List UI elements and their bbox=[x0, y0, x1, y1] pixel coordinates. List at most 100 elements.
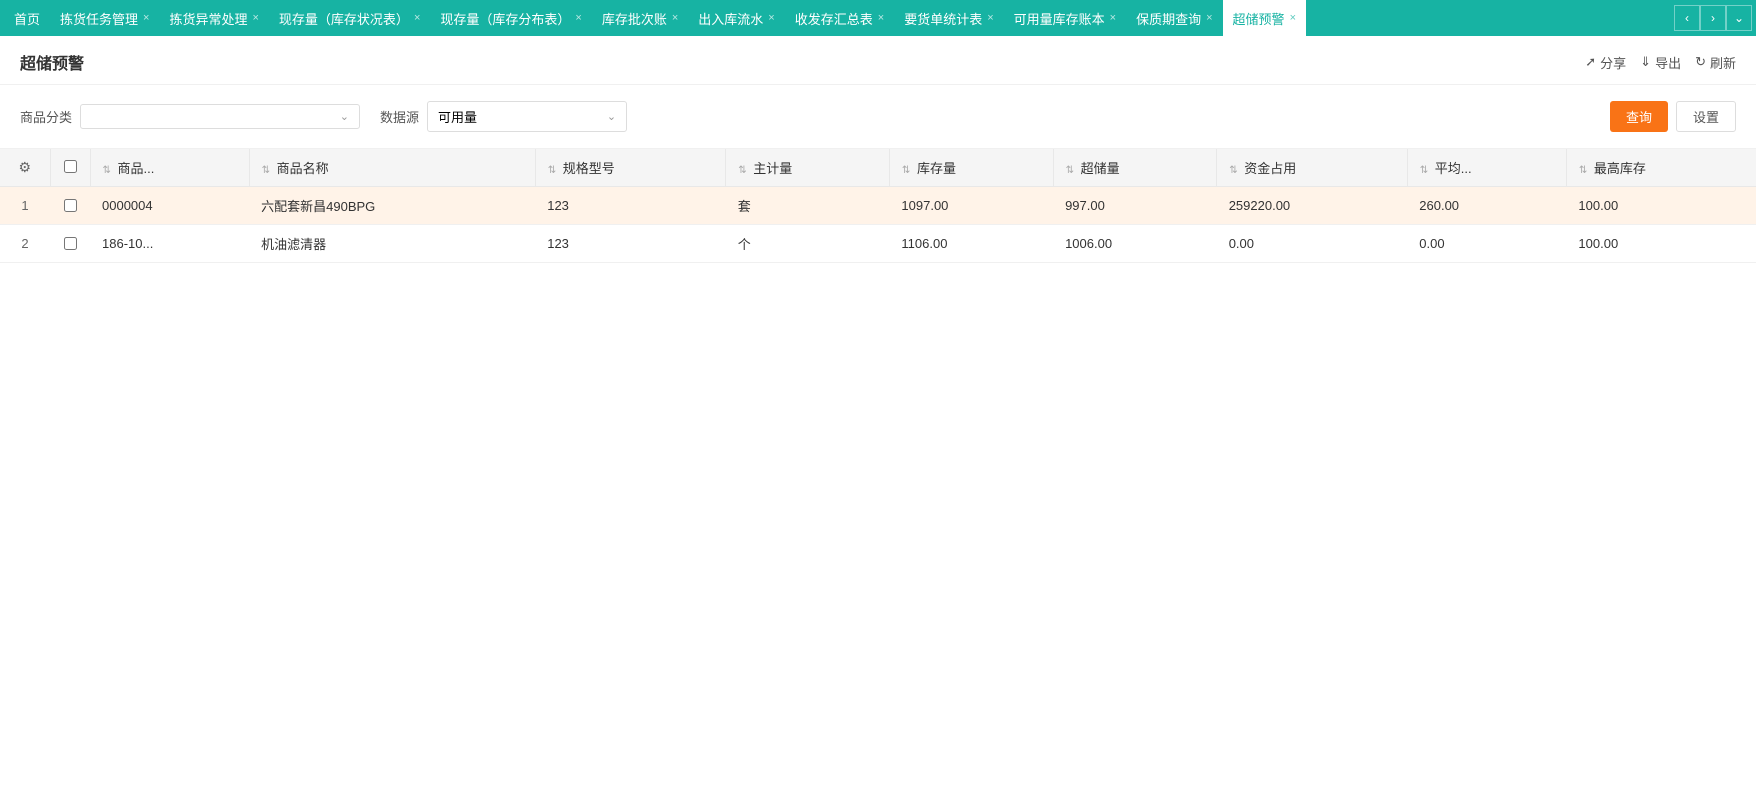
th-maxstock[interactable]: ⇅ 最高库存 bbox=[1566, 149, 1756, 187]
sort-icon: ⇅ bbox=[738, 165, 746, 176]
close-icon[interactable]: × bbox=[1206, 12, 1212, 24]
cell-capital: 0.00 bbox=[1217, 225, 1408, 263]
cell-checkbox bbox=[50, 187, 90, 225]
nav-home[interactable]: 首页 bbox=[4, 0, 50, 36]
chevron-down-icon: ⌄ bbox=[340, 110, 349, 123]
th-unit[interactable]: ⇅ 主计量 bbox=[726, 149, 890, 187]
datasource-select[interactable]: 可用量 ⌄ bbox=[427, 101, 627, 132]
th-spec[interactable]: ⇅ 规格型号 bbox=[535, 149, 726, 187]
sort-icon: ⇅ bbox=[902, 165, 910, 176]
datasource-filter-group: 数据源 可用量 ⌄ bbox=[380, 101, 627, 132]
th-code[interactable]: ⇅ 商品... bbox=[90, 149, 249, 187]
table-body: 1 0000004 六配套新昌490BPG 123 套 1097.00 997.… bbox=[0, 187, 1756, 263]
nav-overstock-warning[interactable]: 超储预警 × bbox=[1223, 0, 1306, 36]
sort-icon: ⇅ bbox=[103, 165, 111, 176]
sort-icon: ⇅ bbox=[1420, 165, 1428, 176]
share-icon: ➚ bbox=[1585, 54, 1596, 70]
query-button[interactable]: 查询 bbox=[1610, 101, 1668, 132]
close-icon[interactable]: × bbox=[414, 12, 420, 24]
nav-inout-flow[interactable]: 出入库流水 × bbox=[688, 0, 784, 36]
cell-avg: 0.00 bbox=[1407, 225, 1566, 263]
refresh-button[interactable]: ↻ 刷新 bbox=[1695, 53, 1736, 72]
cell-avg: 260.00 bbox=[1407, 187, 1566, 225]
cell-code: 0000004 bbox=[90, 187, 249, 225]
nav-stock-status[interactable]: 现存量（库存状况表） × bbox=[269, 0, 430, 36]
nav-exception[interactable]: 拣货异常处理 × bbox=[159, 0, 268, 36]
nav-batch-account[interactable]: 库存批次账 × bbox=[592, 0, 688, 36]
cell-maxstock: 100.00 bbox=[1566, 187, 1756, 225]
export-button[interactable]: ⇓ 导出 bbox=[1640, 53, 1681, 72]
th-name[interactable]: ⇅ 商品名称 bbox=[249, 149, 535, 187]
cell-capital: 259220.00 bbox=[1217, 187, 1408, 225]
close-icon[interactable]: × bbox=[143, 12, 149, 24]
cell-index: 2 bbox=[0, 225, 50, 263]
table-header-row: ⚙ ⇅ 商品... ⇅ 商品名称 ⇅ 规格型号 bbox=[0, 149, 1756, 187]
cell-stock: 1097.00 bbox=[889, 187, 1053, 225]
sort-icon: ⇅ bbox=[548, 165, 556, 176]
row-checkbox[interactable] bbox=[64, 199, 77, 212]
close-icon[interactable]: × bbox=[1290, 12, 1296, 24]
nav-prev-arrow[interactable]: ‹ bbox=[1674, 5, 1700, 31]
nav-arrows: ‹ › ⌄ bbox=[1674, 5, 1752, 31]
export-icon: ⇓ bbox=[1640, 54, 1651, 70]
th-checkbox bbox=[50, 149, 90, 187]
nav-next-arrow[interactable]: › bbox=[1700, 5, 1726, 31]
sort-icon: ⇅ bbox=[1229, 165, 1237, 176]
nav-collect-summary[interactable]: 收发存汇总表 × bbox=[785, 0, 894, 36]
cell-overstock: 997.00 bbox=[1053, 187, 1217, 225]
th-gear: ⚙ bbox=[0, 149, 50, 187]
row-checkbox[interactable] bbox=[64, 237, 77, 250]
close-icon[interactable]: × bbox=[878, 12, 884, 24]
sort-icon: ⇅ bbox=[1579, 165, 1587, 176]
cell-name: 机油滤清器 bbox=[249, 225, 535, 263]
close-icon[interactable]: × bbox=[1110, 12, 1116, 24]
cell-spec: 123 bbox=[535, 187, 726, 225]
datasource-label: 数据源 bbox=[380, 107, 419, 126]
page-header: 超储预警 ➚ 分享 ⇓ 导出 ↻ 刷新 bbox=[0, 36, 1756, 85]
data-table: ⚙ ⇅ 商品... ⇅ 商品名称 ⇅ 规格型号 bbox=[0, 149, 1756, 263]
select-all-checkbox[interactable] bbox=[64, 160, 77, 173]
top-nav: 首页 拣货任务管理 × 拣货异常处理 × 现存量（库存状况表） × 现存量（库存… bbox=[0, 0, 1756, 36]
close-icon[interactable]: × bbox=[575, 12, 581, 24]
nav-stock-dist[interactable]: 现存量（库存分布表） × bbox=[430, 0, 591, 36]
category-select[interactable]: ⌄ bbox=[80, 104, 360, 129]
th-stock[interactable]: ⇅ 库存量 bbox=[889, 149, 1053, 187]
page-title: 超储预警 bbox=[20, 50, 84, 74]
cell-unit: 个 bbox=[726, 225, 890, 263]
sort-icon: ⇅ bbox=[262, 165, 270, 176]
table-row: 1 0000004 六配套新昌490BPG 123 套 1097.00 997.… bbox=[0, 187, 1756, 225]
close-icon[interactable]: × bbox=[252, 12, 258, 24]
nav-available-account[interactable]: 可用量库存账本 × bbox=[1004, 0, 1126, 36]
share-button[interactable]: ➚ 分享 bbox=[1585, 53, 1626, 72]
datasource-value: 可用量 bbox=[438, 107, 477, 126]
close-icon[interactable]: × bbox=[672, 12, 678, 24]
cell-code: 186-10... bbox=[90, 225, 249, 263]
nav-menu-arrow[interactable]: ⌄ bbox=[1726, 5, 1752, 31]
nav-quality-query[interactable]: 保质期查询 × bbox=[1126, 0, 1222, 36]
filter-row: 商品分类 ⌄ 数据源 可用量 ⌄ 查询 设置 bbox=[0, 85, 1756, 149]
cell-maxstock: 100.00 bbox=[1566, 225, 1756, 263]
table-row: 2 186-10... 机油滤清器 123 个 1106.00 1006.00 … bbox=[0, 225, 1756, 263]
nav-order-stats[interactable]: 要货单统计表 × bbox=[894, 0, 1003, 36]
table-container: ⚙ ⇅ 商品... ⇅ 商品名称 ⇅ 规格型号 bbox=[0, 149, 1756, 263]
cell-overstock: 1006.00 bbox=[1053, 225, 1217, 263]
th-avg[interactable]: ⇅ 平均... bbox=[1407, 149, 1566, 187]
cell-stock: 1106.00 bbox=[889, 225, 1053, 263]
category-label: 商品分类 bbox=[20, 107, 72, 126]
nav-task-mgmt[interactable]: 拣货任务管理 × bbox=[50, 0, 159, 36]
settings-button[interactable]: 设置 bbox=[1676, 101, 1736, 132]
th-capital[interactable]: ⇅ 资金占用 bbox=[1217, 149, 1408, 187]
cell-index: 1 bbox=[0, 187, 50, 225]
close-icon[interactable]: × bbox=[768, 12, 774, 24]
page-content: 超储预警 ➚ 分享 ⇓ 导出 ↻ 刷新 商品分类 ⌄ 数据源 bbox=[0, 36, 1756, 800]
close-icon[interactable]: × bbox=[987, 12, 993, 24]
gear-icon[interactable]: ⚙ bbox=[18, 159, 31, 175]
refresh-icon: ↻ bbox=[1695, 54, 1706, 70]
chevron-down-icon: ⌄ bbox=[607, 110, 616, 123]
cell-name: 六配套新昌490BPG bbox=[249, 187, 535, 225]
cell-checkbox bbox=[50, 225, 90, 263]
header-actions: ➚ 分享 ⇓ 导出 ↻ 刷新 bbox=[1585, 53, 1736, 72]
th-overstock[interactable]: ⇅ 超储量 bbox=[1053, 149, 1217, 187]
sort-icon: ⇅ bbox=[1066, 165, 1074, 176]
cell-unit: 套 bbox=[726, 187, 890, 225]
